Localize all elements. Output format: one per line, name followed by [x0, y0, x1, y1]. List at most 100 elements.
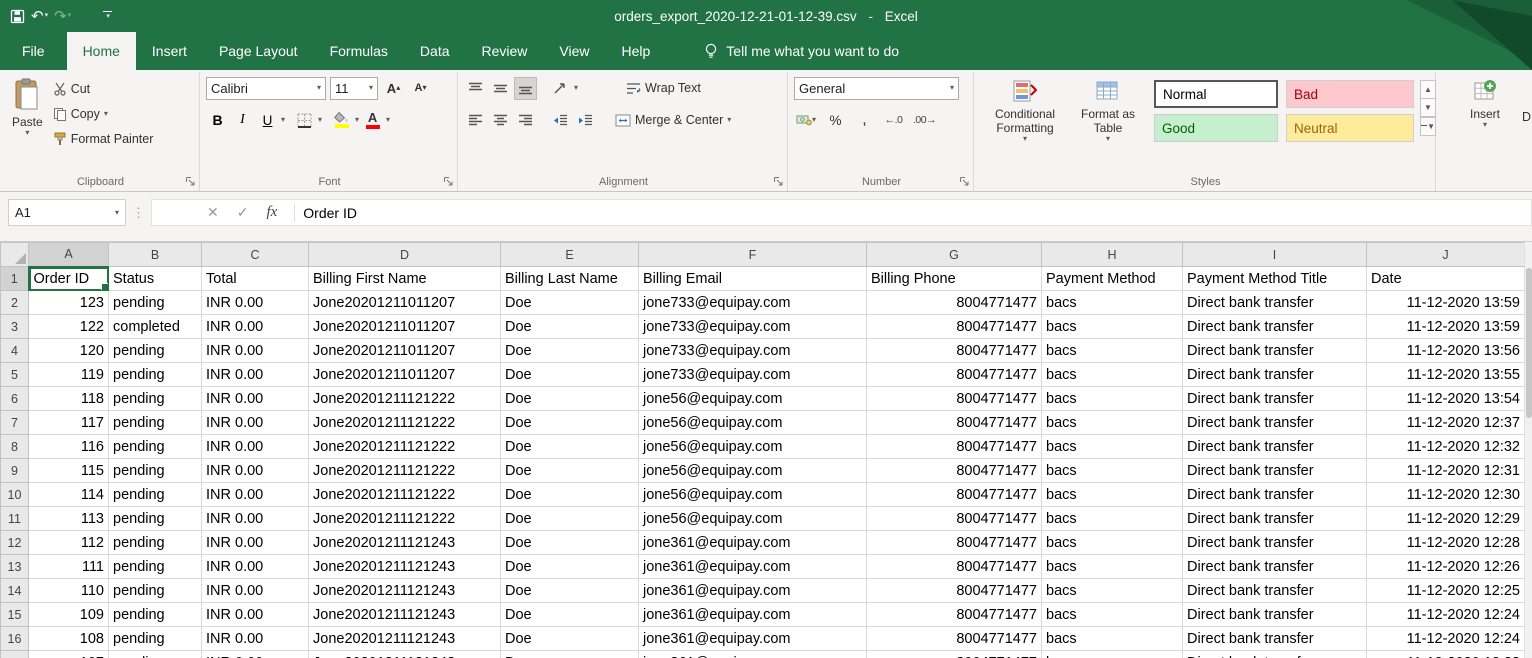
cell[interactable]: INR 0.00: [201, 602, 309, 627]
shrink-font-button[interactable]: A ▾: [409, 77, 432, 100]
cell[interactable]: 117: [28, 410, 109, 435]
tab-view[interactable]: View: [543, 32, 605, 70]
column-header-i[interactable]: I: [1182, 242, 1367, 267]
cell[interactable]: Direct bank transfer: [1182, 626, 1367, 651]
save-icon[interactable]: [10, 9, 25, 24]
cell[interactable]: INR 0.00: [201, 314, 309, 339]
number-format-combo[interactable]: General ▾: [794, 76, 959, 100]
cell[interactable]: 11-12-2020 13:54: [1366, 386, 1525, 411]
cell[interactable]: Date: [1366, 266, 1525, 291]
cell[interactable]: 8004771477: [866, 650, 1042, 658]
cell[interactable]: Direct bank transfer: [1182, 530, 1367, 555]
cell[interactable]: jone56@equipay.com: [638, 482, 867, 507]
formula-bar-splitter[interactable]: ⋮: [132, 205, 145, 221]
cell[interactable]: Billing Phone: [866, 266, 1042, 291]
italic-button[interactable]: I: [231, 109, 254, 132]
cell[interactable]: Doe: [500, 626, 639, 651]
cell[interactable]: pending: [108, 386, 202, 411]
cell[interactable]: 8004771477: [866, 506, 1042, 531]
cell[interactable]: jone361@equipay.com: [638, 650, 867, 658]
cell[interactable]: Payment Method: [1041, 266, 1183, 291]
cell[interactable]: 8004771477: [866, 290, 1042, 315]
cell[interactable]: 8004771477: [866, 626, 1042, 651]
cell[interactable]: Jone20201211121243: [308, 578, 501, 603]
format-as-table-button[interactable]: Format as Table ▾: [1070, 74, 1146, 145]
cell[interactable]: 11-12-2020 13:55: [1366, 362, 1525, 387]
cell[interactable]: pending: [108, 338, 202, 363]
conditional-formatting-button[interactable]: Conditional Formatting ▾: [980, 74, 1070, 145]
cell[interactable]: INR 0.00: [201, 650, 309, 658]
cell[interactable]: Jone20201211121243: [308, 650, 501, 658]
gallery-down-icon[interactable]: ▼: [1420, 98, 1436, 117]
cell[interactable]: Direct bank transfer: [1182, 602, 1367, 627]
cell[interactable]: INR 0.00: [201, 338, 309, 363]
cell[interactable]: 119: [28, 362, 109, 387]
cell[interactable]: Jone20201211011207: [308, 338, 501, 363]
row-header-15[interactable]: 15: [0, 602, 29, 627]
cell[interactable]: 8004771477: [866, 554, 1042, 579]
cell[interactable]: Status: [108, 266, 202, 291]
cell[interactable]: 11-12-2020 13:56: [1366, 338, 1525, 363]
cell[interactable]: 108: [28, 626, 109, 651]
cell[interactable]: pending: [108, 362, 202, 387]
cell[interactable]: pending: [108, 458, 202, 483]
cell[interactable]: Doe: [500, 554, 639, 579]
cell[interactable]: 122: [28, 314, 109, 339]
select-all-corner[interactable]: [0, 242, 29, 267]
cell[interactable]: 120: [28, 338, 109, 363]
cell[interactable]: jone361@equipay.com: [638, 578, 867, 603]
cell[interactable]: Doe: [500, 314, 639, 339]
gallery-more-icon[interactable]: ▼: [1420, 116, 1436, 136]
column-header-h[interactable]: H: [1041, 242, 1183, 267]
paste-button[interactable]: Paste ▾: [6, 74, 49, 139]
number-dialog-launcher-icon[interactable]: [959, 176, 970, 187]
cell[interactable]: jone56@equipay.com: [638, 386, 867, 411]
cell[interactable]: Jone20201211011207: [308, 290, 501, 315]
cell[interactable]: Doe: [500, 386, 639, 411]
orientation-button[interactable]: [549, 77, 572, 100]
cell[interactable]: 11-12-2020 12:25: [1366, 578, 1525, 603]
cell[interactable]: jone56@equipay.com: [638, 506, 867, 531]
cell[interactable]: 109: [28, 602, 109, 627]
cell[interactable]: Billing Email: [638, 266, 867, 291]
column-header-c[interactable]: C: [201, 242, 309, 267]
row-header-11[interactable]: 11: [0, 506, 29, 531]
orientation-dropdown-icon[interactable]: ▾: [574, 84, 578, 92]
format-painter-button[interactable]: Format Painter: [49, 126, 158, 151]
cell[interactable]: INR 0.00: [201, 386, 309, 411]
cell[interactable]: Doe: [500, 650, 639, 658]
align-top-button[interactable]: [464, 77, 487, 100]
cell[interactable]: INR 0.00: [201, 530, 309, 555]
redo-icon[interactable]: ↷ ▾: [54, 9, 71, 24]
cut-button[interactable]: Cut: [49, 76, 158, 101]
tell-me-box[interactable]: Tell me what you want to do: [704, 32, 899, 70]
cell[interactable]: Direct bank transfer: [1182, 362, 1367, 387]
cell[interactable]: pending: [108, 506, 202, 531]
cell[interactable]: Doe: [500, 578, 639, 603]
cell[interactable]: jone733@equipay.com: [638, 314, 867, 339]
cell[interactable]: bacs: [1041, 578, 1183, 603]
column-header-e[interactable]: E: [500, 242, 639, 267]
increase-decimal-button[interactable]: ←.0: [882, 109, 905, 132]
cell[interactable]: Doe: [500, 338, 639, 363]
cell[interactable]: 8004771477: [866, 602, 1042, 627]
copy-button[interactable]: Copy ▾: [49, 101, 158, 126]
customize-quick-access-icon[interactable]: ▾: [103, 11, 113, 21]
cell[interactable]: jone733@equipay.com: [638, 362, 867, 387]
cell[interactable]: INR 0.00: [201, 554, 309, 579]
tab-formulas[interactable]: Formulas: [314, 32, 404, 70]
cell[interactable]: 8004771477: [866, 386, 1042, 411]
formula-input[interactable]: Order ID: [303, 205, 357, 221]
cell[interactable]: Doe: [500, 482, 639, 507]
cell[interactable]: 8004771477: [866, 338, 1042, 363]
cell[interactable]: Doe: [500, 290, 639, 315]
decrease-decimal-button[interactable]: .00→: [911, 109, 938, 132]
cell[interactable]: bacs: [1041, 482, 1183, 507]
row-header-7[interactable]: 7: [0, 410, 29, 435]
increase-indent-button[interactable]: [574, 109, 597, 132]
vertical-scrollbar[interactable]: [1524, 242, 1532, 658]
cell[interactable]: pending: [108, 554, 202, 579]
cell[interactable]: Jone20201211121243: [308, 530, 501, 555]
cell[interactable]: 11-12-2020 12:23: [1366, 650, 1525, 658]
copy-dropdown-icon[interactable]: ▾: [104, 109, 108, 118]
